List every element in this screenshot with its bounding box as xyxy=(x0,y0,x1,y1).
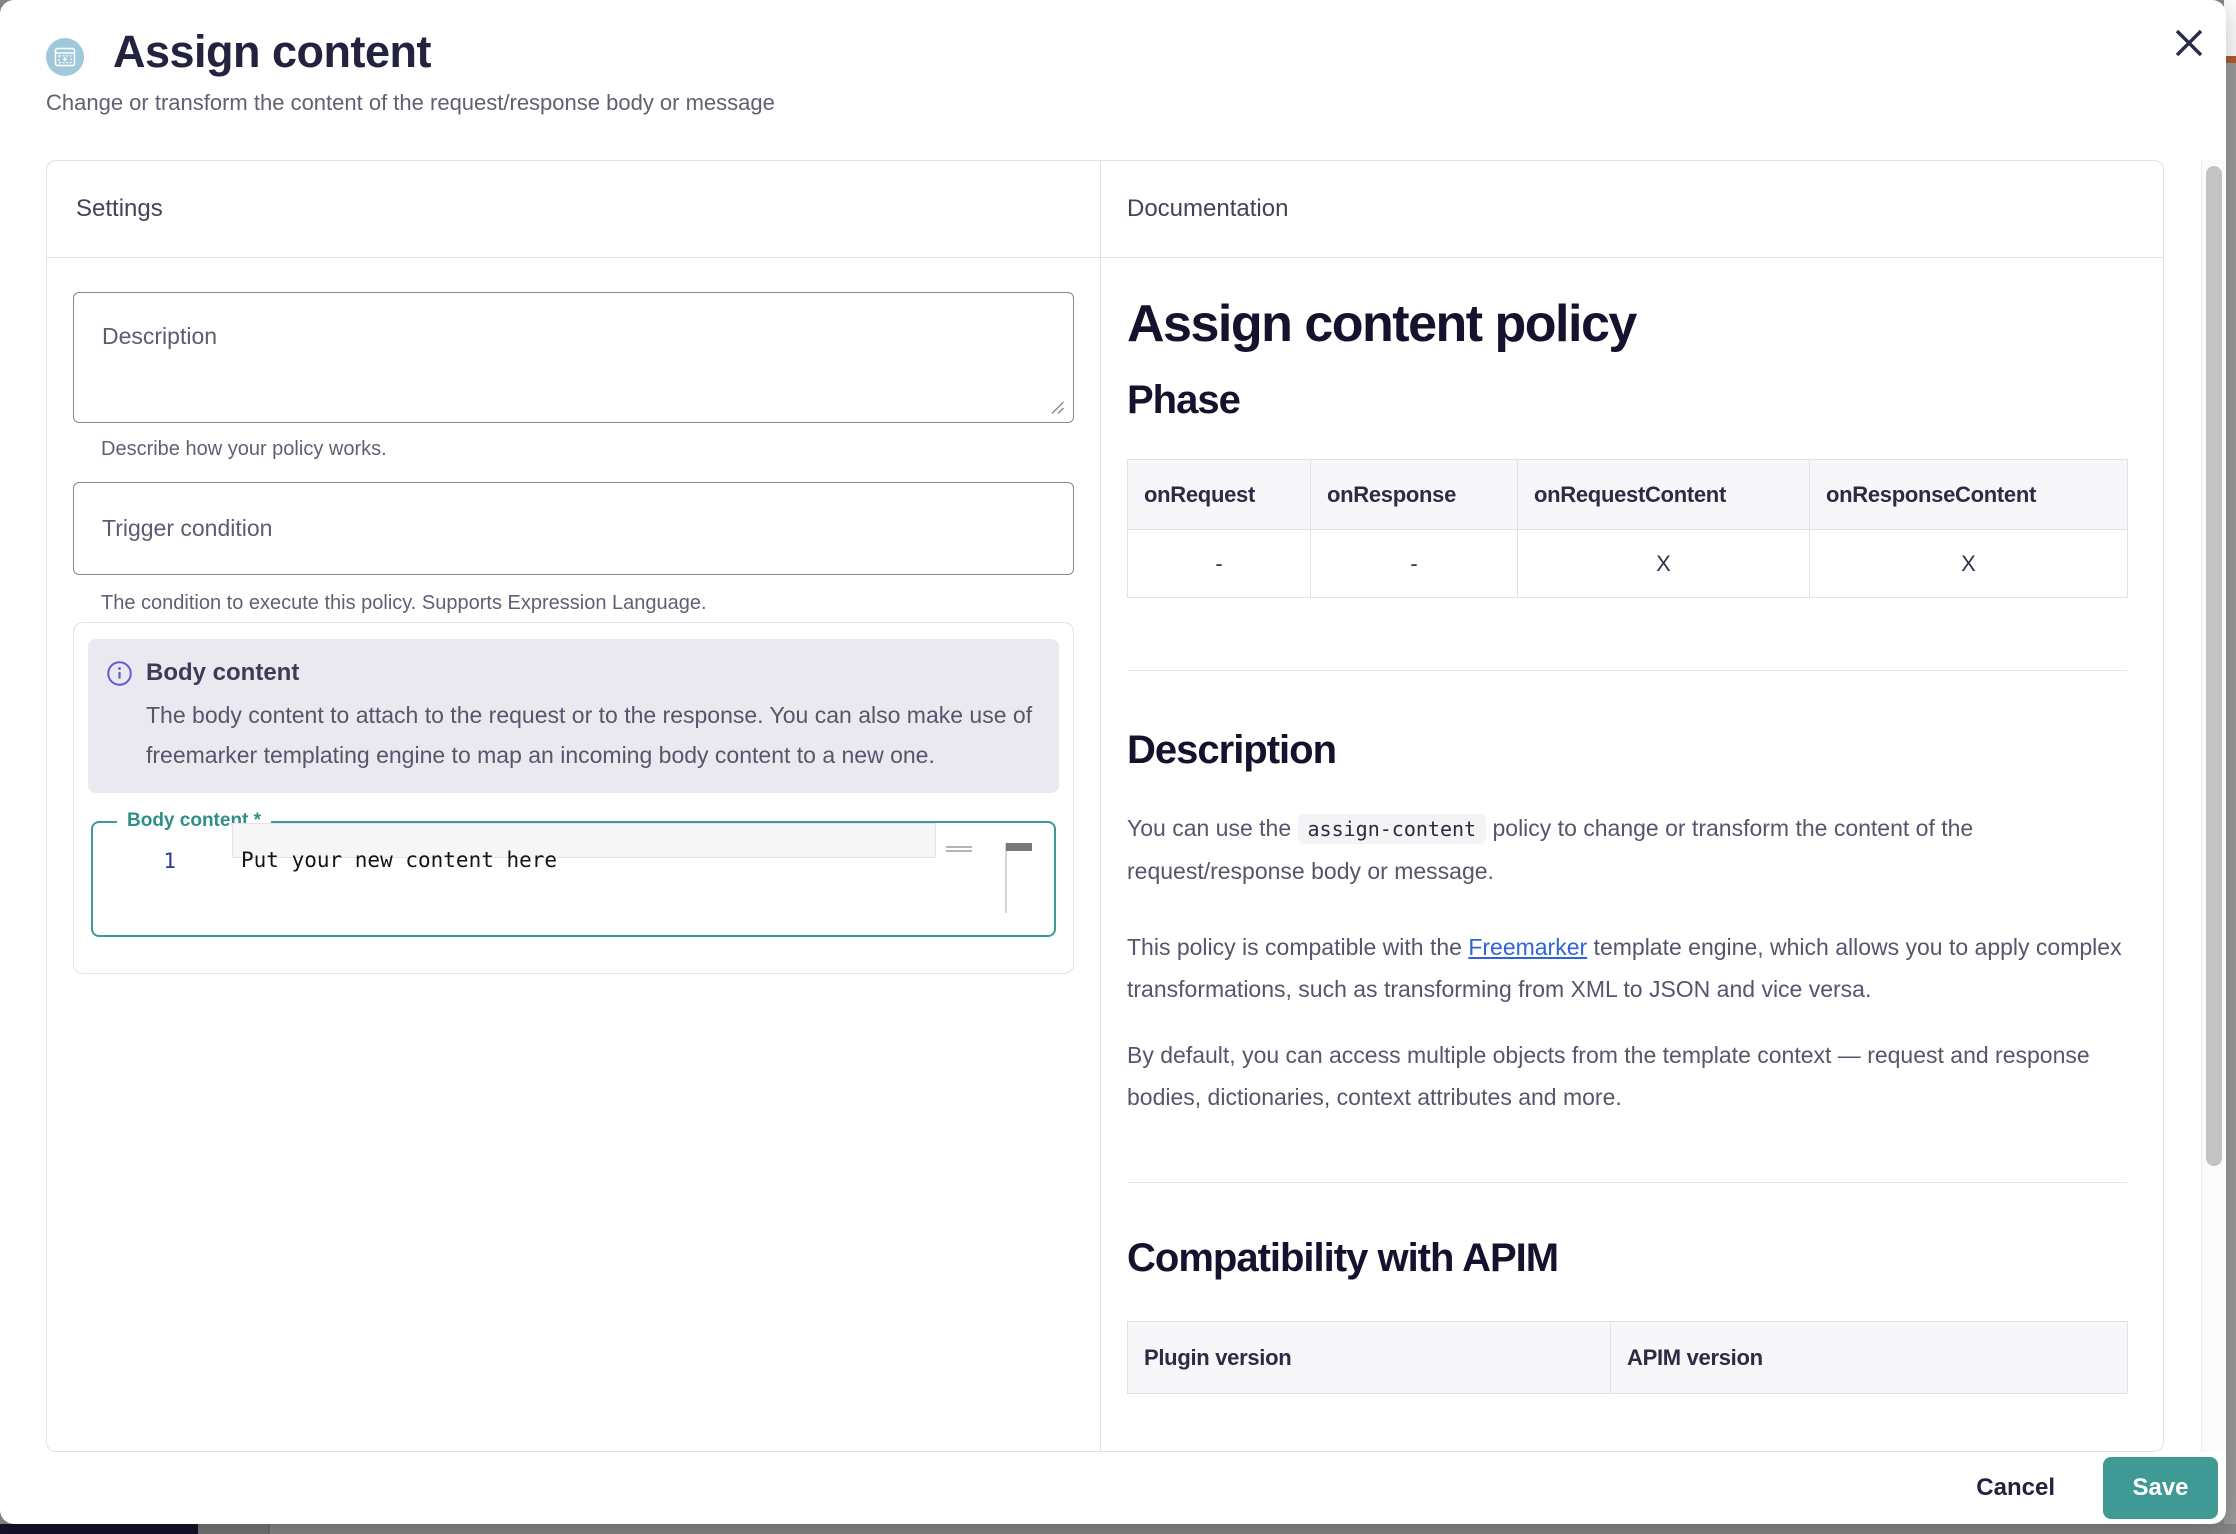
doc-paragraph-2: This policy is compatible with the Freem… xyxy=(1127,926,2137,1010)
documentation-panel: Documentation Assign content policy Phas… xyxy=(1101,161,2163,1451)
compat-col-header: APIM version xyxy=(1611,1322,2128,1394)
phase-col-header: onResponse xyxy=(1311,460,1518,530)
description-field[interactable]: Description xyxy=(73,292,1074,423)
inline-code: assign-content xyxy=(1298,814,1487,844)
body-content-info-title: Body content xyxy=(146,659,299,687)
modal-scrollbar[interactable] xyxy=(2201,160,2225,1452)
phase-value: - xyxy=(1128,530,1311,598)
dialog-content: Settings Description Describe how your p… xyxy=(46,160,2164,1452)
dialog-footer: Cancel Save xyxy=(0,1452,2226,1524)
doc-paragraph-1: You can use the assign-content policy to… xyxy=(1127,807,2137,892)
dialog-subtitle: Change or transform the content of the r… xyxy=(46,90,775,116)
doc-paragraph-3: By default, you can access multiple obje… xyxy=(1127,1034,2137,1118)
dialog-header: Assign content Change or transform the c… xyxy=(0,0,2226,160)
window-plus-icon xyxy=(53,45,77,69)
section-divider xyxy=(1127,670,2127,671)
freemarker-link[interactable]: Freemarker xyxy=(1468,934,1587,960)
trigger-condition-label: Trigger condition xyxy=(102,515,272,542)
settings-panel: Settings Description Describe how your p… xyxy=(47,161,1100,1451)
description-heading: Description xyxy=(1127,727,2137,773)
close-button[interactable] xyxy=(2166,20,2212,66)
description-label: Description xyxy=(102,323,217,350)
save-button[interactable]: Save xyxy=(2103,1457,2218,1519)
documentation-panel-header: Documentation xyxy=(1101,161,2163,258)
description-hint: Describe how your policy works. xyxy=(101,436,1074,462)
compatibility-heading: Compatibility with APIM xyxy=(1127,1235,2137,1281)
doc-title: Assign content policy xyxy=(1127,296,2137,353)
code-line[interactable]: Put your new content here xyxy=(232,844,557,879)
editor-minimap-border xyxy=(1005,843,1007,913)
phase-col-header: onRequest xyxy=(1128,460,1311,530)
policy-icon xyxy=(46,38,84,76)
section-divider xyxy=(1127,1182,2127,1183)
background-sidebar-strip xyxy=(0,1524,198,1534)
phase-heading: Phase xyxy=(1127,377,2137,423)
phase-value: - xyxy=(1311,530,1518,598)
trigger-condition-field[interactable]: Trigger condition xyxy=(73,482,1074,575)
dialog-title: Assign content xyxy=(113,26,431,78)
body-content-info-text: The body content to attach to the reques… xyxy=(146,695,1035,775)
body-content-card: Body content The body content to attach … xyxy=(73,622,1074,974)
settings-panel-header: Settings xyxy=(47,161,1100,258)
trigger-condition-hint: The condition to execute this policy. Su… xyxy=(101,590,1074,616)
line-number: 1 xyxy=(93,844,232,879)
compatibility-table: Plugin version APIM version xyxy=(1127,1321,2128,1394)
phase-col-header: onResponseContent xyxy=(1810,460,2128,530)
body-content-info-banner: Body content The body content to attach … xyxy=(88,639,1059,793)
screen: Assign content Change or transform the c… xyxy=(0,0,2236,1534)
phase-value: X xyxy=(1518,530,1810,598)
cancel-button[interactable]: Cancel xyxy=(1962,1464,2069,1512)
editor-minimap-slider[interactable] xyxy=(1006,843,1032,851)
body-content-editor[interactable]: Body content * 1 Put your new content he… xyxy=(91,821,1056,937)
editor-line: 1 Put your new content here xyxy=(93,844,1054,879)
editor-minimap xyxy=(946,846,972,852)
background-page-bottom-edge xyxy=(0,1524,2236,1534)
scrollbar-thumb[interactable] xyxy=(2206,166,2222,1166)
phase-value: X xyxy=(1810,530,2128,598)
phase-table: onRequest onResponse onRequestContent on… xyxy=(1127,459,2128,598)
resize-handle-icon[interactable] xyxy=(1049,399,1065,415)
documentation-content: Assign content policy Phase onRequest on… xyxy=(1101,258,2163,1451)
assign-content-dialog: Assign content Change or transform the c… xyxy=(0,0,2226,1524)
phase-col-header: onRequestContent xyxy=(1518,460,1810,530)
info-icon xyxy=(106,660,133,687)
close-icon xyxy=(2171,25,2207,61)
compat-col-header: Plugin version xyxy=(1128,1322,1611,1394)
